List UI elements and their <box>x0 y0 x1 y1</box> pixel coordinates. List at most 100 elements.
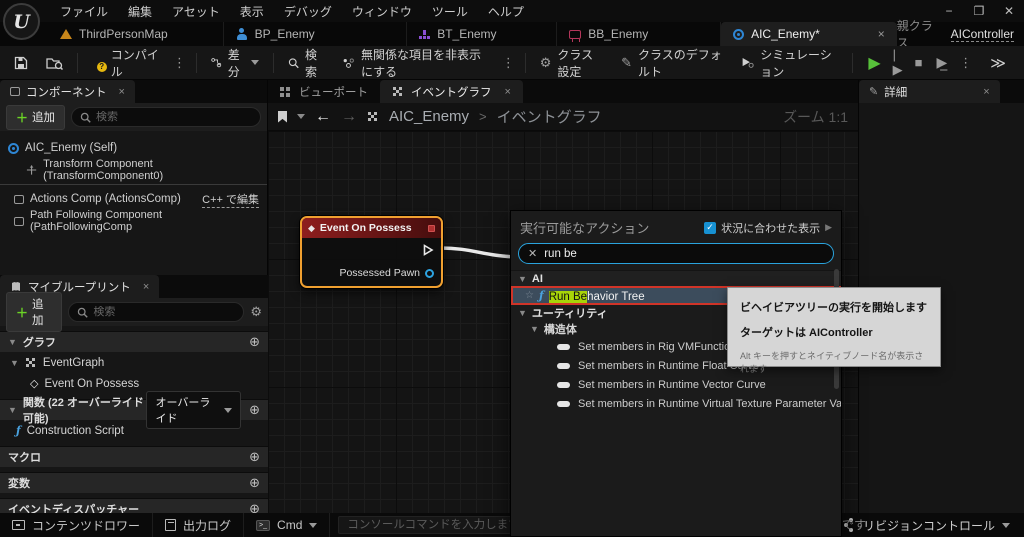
nav-forward-icon[interactable]: → <box>341 108 357 126</box>
breadcrumb-current[interactable]: イベントグラフ <box>497 106 602 127</box>
possessed-pawn-pin-row[interactable]: Possessed Pawn <box>339 267 434 279</box>
frame-skip-button[interactable]: |▶ <box>889 45 907 80</box>
simulation-button[interactable]: シミュレーション <box>733 41 845 85</box>
node-header[interactable]: ◆ Event On Possess <box>302 218 441 238</box>
close-tab-icon[interactable]: × <box>143 281 149 293</box>
maximize-button[interactable]: ❐ <box>964 0 994 22</box>
hide-unrelated-button[interactable]: 無関係な項目を非表示にする <box>334 41 496 85</box>
compile-options-icon[interactable]: ⋮ <box>169 51 190 75</box>
add-variable-icon[interactable]: ⊕ <box>249 475 260 491</box>
checkbox-checked-icon[interactable]: ✓ <box>704 221 717 234</box>
parent-class-link[interactable]: AIController <box>950 27 1014 42</box>
class-defaults-button[interactable]: ✎ クラスのデフォルト <box>613 41 731 85</box>
play-button[interactable]: ▶ <box>862 51 886 75</box>
section-functions[interactable]: ▼ 関数 (22 オーバーライド可能) オーバーライド ⊕ <box>0 391 268 429</box>
hide-unrelated-options-icon[interactable]: ⋮ <box>498 51 519 75</box>
save-button[interactable] <box>6 51 36 75</box>
status-text-fragment: です <box>842 518 867 532</box>
component-row-path-following[interactable]: Path Following Component (PathFollowingC… <box>0 209 267 233</box>
menu-debug[interactable]: デバッグ <box>274 0 342 23</box>
close-tab-icon[interactable]: × <box>119 86 125 98</box>
components-search[interactable] <box>71 107 261 127</box>
expander-icon[interactable]: ▼ <box>10 358 19 368</box>
components-search-input[interactable] <box>96 111 252 123</box>
exec-output-pin[interactable] <box>422 244 434 259</box>
menu-file[interactable]: ファイル <box>50 0 118 23</box>
my-blueprint-search[interactable] <box>68 302 245 322</box>
component-row-transform[interactable]: Transform Component (TransformComponent0… <box>0 158 267 182</box>
my-blueprint-search-input[interactable] <box>93 306 236 318</box>
expander-icon[interactable]: ▼ <box>8 405 17 415</box>
toggle-label: 状況に合わせた表示 <box>721 222 821 235</box>
cmd-dropdown[interactable]: >_ Cmd <box>244 513 331 537</box>
nav-back-icon[interactable]: ← <box>315 108 331 126</box>
close-tab-icon[interactable]: × <box>878 27 885 41</box>
add-function-icon[interactable]: ⊕ <box>249 402 260 418</box>
breadcrumb-root[interactable]: AIC_Enemy <box>389 108 469 125</box>
expander-icon[interactable]: ▼ <box>8 337 17 347</box>
output-log-button[interactable]: 出力ログ <box>153 513 245 537</box>
close-button[interactable]: ✕ <box>994 0 1024 22</box>
menu-tools[interactable]: ツール <box>422 0 478 23</box>
bookmark-chevron-icon[interactable] <box>297 114 305 119</box>
play-options-icon[interactable]: ⋮ <box>955 51 976 75</box>
menu-item-set-members-virtual-texture[interactable]: Set members in Runtime Virtual Texture P… <box>511 394 841 413</box>
expander-icon[interactable]: ▼ <box>518 274 527 284</box>
add-blueprint-item-button[interactable]: ＋ 追加 <box>6 292 63 332</box>
add-graph-icon[interactable]: ⊕ <box>249 334 260 350</box>
menu-window[interactable]: ウィンドウ <box>342 0 422 23</box>
component-row-actions[interactable]: Actions Comp (ActionsComp) C++ で編集 <box>0 188 267 210</box>
menu-view[interactable]: 表示 <box>230 0 274 23</box>
component-row-self[interactable]: AIC_Enemy (Self) <box>0 137 267 159</box>
blackboard-icon <box>569 29 582 42</box>
action-search-input[interactable] <box>544 247 824 260</box>
plus-icon: ＋ <box>16 305 29 320</box>
viewport-tab[interactable]: ビューポート <box>268 80 380 103</box>
find-button[interactable]: 検索 <box>280 41 332 85</box>
expander-icon[interactable]: ▼ <box>518 308 527 318</box>
add-macro-icon[interactable]: ⊕ <box>249 449 260 465</box>
edit-in-cpp-link[interactable]: C++ で編集 <box>202 191 259 208</box>
compile-button[interactable]: ? コンパイル <box>84 41 167 85</box>
close-tab-icon[interactable]: × <box>983 86 989 98</box>
favorite-star-icon[interactable]: ☆ <box>525 290 534 301</box>
details-icon: ✎ <box>869 86 879 98</box>
add-component-button[interactable]: ＋ 追加 <box>6 104 66 130</box>
close-tab-icon[interactable]: × <box>505 86 511 98</box>
expander-icon[interactable]: ▼ <box>530 324 539 334</box>
pawn-pin-icon[interactable] <box>425 268 434 278</box>
toolbar-divider <box>524 52 526 73</box>
panel-settings-icon[interactable]: ⚙ <box>250 304 262 320</box>
menu-help[interactable]: ヘルプ <box>478 0 534 23</box>
class-settings-button[interactable]: ⚙ クラス設定 <box>532 41 611 85</box>
override-dropdown[interactable]: オーバーライド <box>146 391 242 429</box>
section-label: グラフ <box>22 337 56 349</box>
menu-asset[interactable]: アセット <box>162 0 230 23</box>
stop-button[interactable]: ■ <box>909 53 929 72</box>
eject-button[interactable]: ▶̲ <box>930 52 953 73</box>
action-search[interactable]: ✕ <box>518 243 834 264</box>
chevron-right-icon[interactable]: ▶ <box>825 222 832 233</box>
event-on-possess-node[interactable]: ◆ Event On Possess Possessed Pawn <box>300 216 443 288</box>
bookmark-icon[interactable] <box>278 110 287 123</box>
hide-unrelated-label: 無関係な項目を非表示にする <box>361 47 482 79</box>
toolbar-overflow-icon[interactable]: ≫ <box>978 54 1018 72</box>
class-settings-label: クラス設定 <box>557 47 594 79</box>
menu-item-set-members-vector-curve[interactable]: Set members in Runtime Vector Curve <box>511 375 841 394</box>
row-event-graph[interactable]: ▼ EventGraph <box>0 352 268 373</box>
menu-edit[interactable]: 編集 <box>118 0 162 23</box>
component-label: Actions Comp (ActionsComp) <box>30 193 181 205</box>
tooltip-description: ビヘイビアツリーの実行を開始します <box>740 302 927 314</box>
section-variables[interactable]: 変数 ⊕ <box>0 472 268 493</box>
clear-search-icon[interactable]: ✕ <box>528 247 537 260</box>
diff-button[interactable]: 差分 <box>203 41 267 85</box>
event-graph-tab[interactable]: イベントグラフ × <box>380 80 523 103</box>
section-macros[interactable]: マクロ ⊕ <box>0 446 268 467</box>
category-ai[interactable]: ▼ AI <box>511 270 841 286</box>
browse-button[interactable] <box>38 51 71 75</box>
section-graphs[interactable]: ▼ グラフ ⊕ <box>0 331 268 352</box>
details-tab[interactable]: ✎ 詳細 × <box>859 80 1000 103</box>
components-tab[interactable]: コンポーネント × <box>0 80 135 103</box>
content-drawer-button[interactable]: コンテンツドロワー <box>0 513 154 537</box>
context-sensitive-toggle[interactable]: ✓ 状況に合わせた表示 ▶ <box>704 220 832 236</box>
